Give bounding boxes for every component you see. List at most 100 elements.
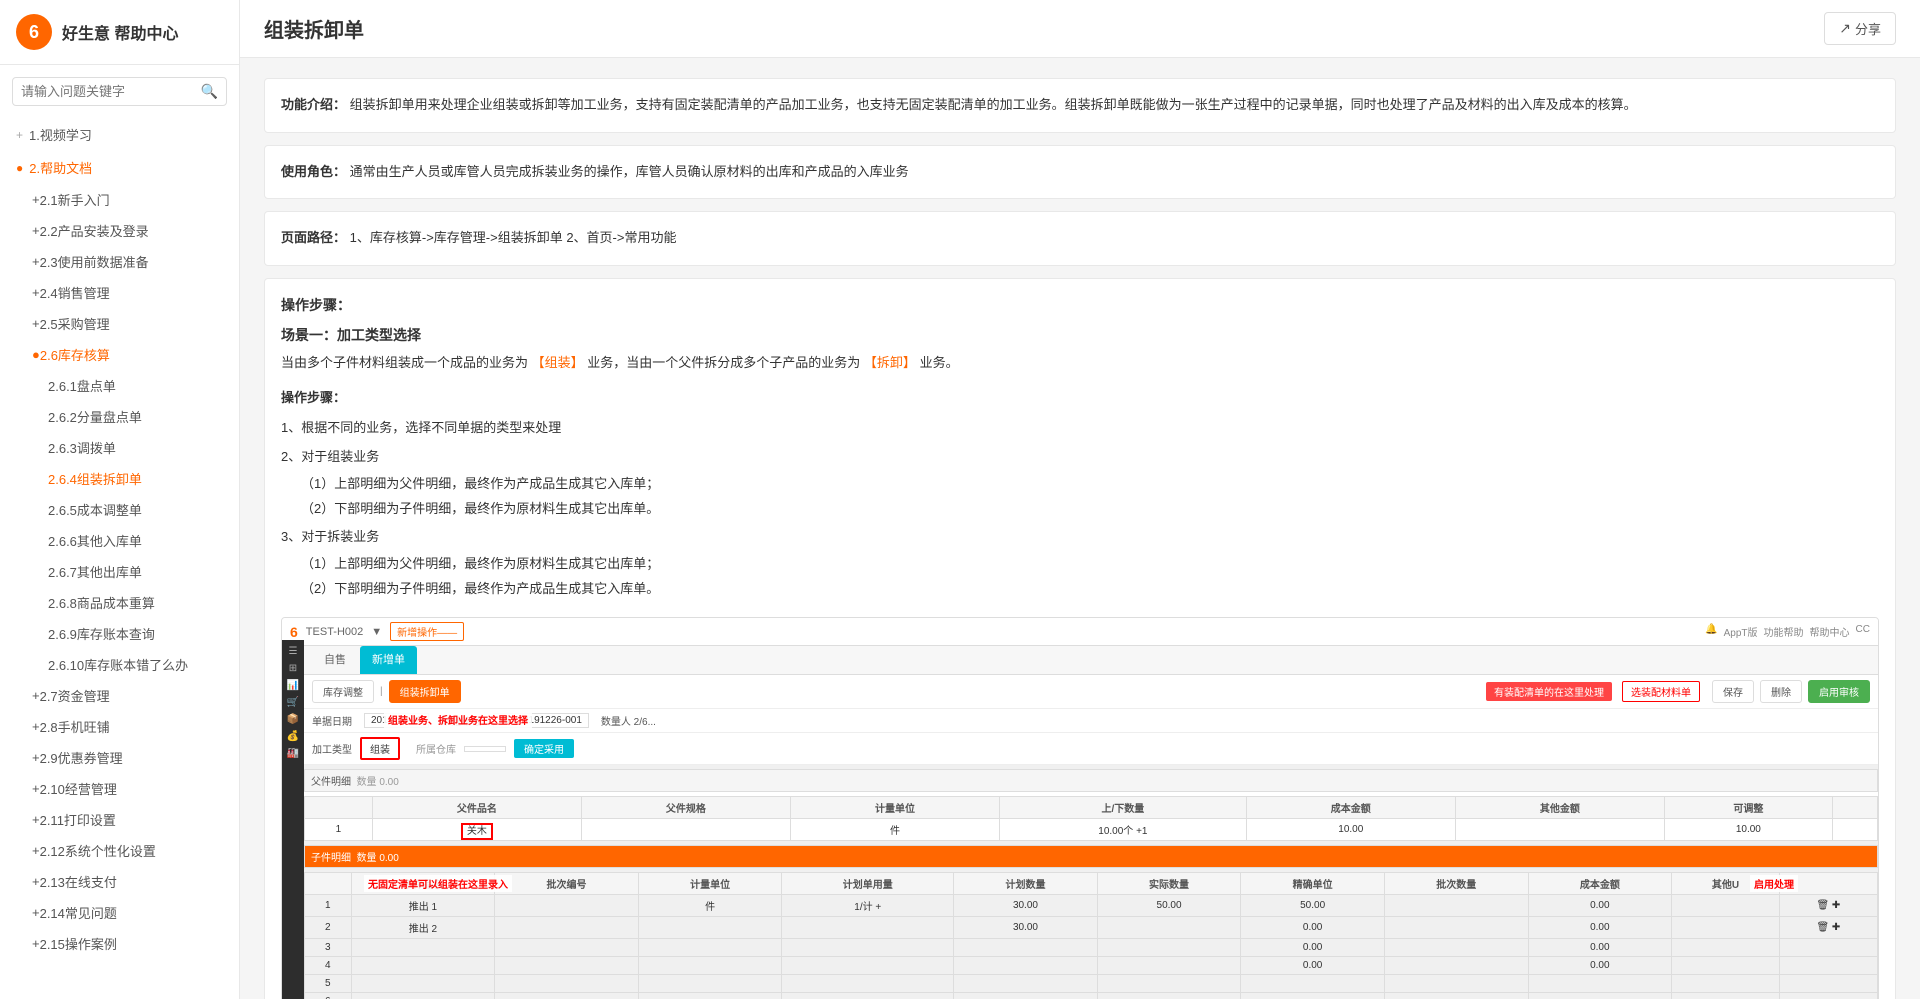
- sidebar-item-label: 2.14常见问题: [40, 903, 117, 922]
- mock-btn-approve[interactable]: 启用审核: [1808, 680, 1870, 703]
- intro-text: 功能介绍： 组装拆卸单用来处理企业组装或拆卸等加工业务，支持有固定装配清单的产品…: [281, 97, 1637, 112]
- td-cost: 10.00: [1246, 819, 1455, 841]
- mock-top-bar: 6 TEST-H002 ▼ 新增操作—— 🔔 AppT版 功能帮助 帮助中心 C…: [282, 618, 1878, 646]
- sidebar-item-coupon[interactable]: + 2.9优惠券管理: [0, 742, 239, 773]
- sidebar-item-install[interactable]: + 2.2产品安装及登录: [0, 215, 239, 246]
- td-action: [1832, 819, 1877, 841]
- sidebar-item-label: 2.6库存核算: [40, 345, 110, 364]
- sidebar-item-help[interactable]: ● 2.帮助文档: [0, 151, 239, 184]
- th2-cost1: 成本金额: [1528, 873, 1672, 895]
- sidebar-item-label: 2.6.5成本调整单: [48, 500, 142, 519]
- sidebar-item-goods-cost[interactable]: 2.6.8商品成本重算: [0, 587, 239, 618]
- mock-period-btn[interactable]: 新增操作——: [390, 622, 464, 641]
- sidebar-item-label: 2.6.4组装拆卸单: [48, 469, 142, 488]
- mock-tab2[interactable]: 新增单: [360, 646, 417, 674]
- td-other: [1455, 819, 1664, 841]
- sidebar-item-sales[interactable]: + 2.4销售管理: [0, 277, 239, 308]
- th2-plan-qty: 计划单用量: [782, 873, 954, 895]
- table-row: 1 关木 件 10.00个 +1 10.00 10.00: [305, 819, 1878, 841]
- sidebar-header: 6 好生意 帮助中心: [0, 0, 239, 65]
- sidebar-item-label: 2.1新手入门: [40, 190, 110, 209]
- mock-annotation-btn[interactable]: 选装配材料单: [1622, 681, 1700, 702]
- sidebar-item-cases[interactable]: + 2.15操作案例: [0, 928, 239, 959]
- mock-tab1[interactable]: 自售: [312, 646, 358, 674]
- table-header-row: 子件品名 批次编号 计量单位 计划单用量 计划数量 实际数量 精确单位 批次数量: [305, 873, 1878, 895]
- step1: 1、根据不同的业务，选择不同单据的类型来处理: [281, 416, 1879, 441]
- sidebar-item-stock-query[interactable]: 2.6.9库存账本查询: [0, 618, 239, 649]
- sidebar-item-prepare[interactable]: + 2.3使用前数据准备: [0, 246, 239, 277]
- mock-btn-type[interactable]: 库存调整: [312, 680, 374, 703]
- sidebar-item-stock-wrong[interactable]: 2.6.10库存账本错了么办: [0, 649, 239, 680]
- expand-icon: +: [32, 223, 40, 238]
- page-title: 组装拆卸单: [264, 14, 364, 43]
- mock-side-icon6: 💰: [287, 731, 299, 742]
- expand-icon: +: [32, 688, 40, 703]
- sidebar-item-label: 2.6.8商品成本重算: [48, 593, 155, 612]
- sidebar-item-purchase[interactable]: + 2.5采购管理: [0, 308, 239, 339]
- mock-btn-del[interactable]: 删除: [1760, 680, 1802, 703]
- th2-seq: [305, 873, 352, 895]
- mock-inner: 自售 新增单 库存调整 | 组装拆卸单 有装配清单的在这里处理 选装配材料单: [304, 646, 1878, 999]
- mock-side-icon2: ⊞: [289, 663, 297, 674]
- sidebar-item-other-in[interactable]: 2.6.6其他入库单: [0, 525, 239, 556]
- sidebar-item-label: 2.6.1盘点单: [48, 376, 116, 395]
- td-spec: [581, 819, 790, 841]
- mock-test-id: TEST-H002: [306, 626, 363, 638]
- th-updown-qty: 上/下数量: [999, 797, 1246, 819]
- mock-btn-save[interactable]: 保存: [1712, 680, 1754, 703]
- mock-top-right: 🔔 AppT版 功能帮助 帮助中心 CC: [1705, 624, 1870, 639]
- mock-type-selector[interactable]: 组装: [360, 737, 400, 760]
- sidebar-item-newcomer[interactable]: + 2.1新手入门: [0, 184, 239, 215]
- sidebar-item-mobile[interactable]: + 2.8手机旺铺: [0, 711, 239, 742]
- td-name-input[interactable]: 关木: [461, 823, 493, 840]
- expand-icon: +: [32, 285, 40, 300]
- sidebar-item-label: 2.6.7其他出库单: [48, 562, 142, 581]
- sidebar-item-personalize[interactable]: + 2.12系统个性化设置: [0, 835, 239, 866]
- sidebar-item-other-out[interactable]: 2.6.7其他出库单: [0, 556, 239, 587]
- td-updown: 10.00个 +1: [999, 819, 1246, 841]
- search-bar[interactable]: 🔍: [12, 77, 227, 106]
- sidebar-item-inventory[interactable]: ● 2.6库存核算: [0, 339, 239, 370]
- sidebar-item-label: 2.6.2分量盘点单: [48, 407, 142, 426]
- sidebar-item-transfer[interactable]: 2.6.3调拨单: [0, 432, 239, 463]
- mock-side-icon3: 📊: [287, 680, 299, 691]
- mock-annotation-config: 有装配清单的在这里处理: [1486, 682, 1612, 701]
- table-row: 30.000.00: [305, 939, 1878, 957]
- th2-actual: 实际数量: [1097, 873, 1241, 895]
- path-text: 页面路径： 1、库存核算->库存管理->组装拆卸单 2、首页->常用功能: [281, 230, 676, 245]
- mock-btn-assemble[interactable]: 组装拆卸单: [389, 680, 461, 703]
- sidebar-item-stocktake[interactable]: 2.6.1盘点单: [0, 370, 239, 401]
- sidebar-item-split-stocktake[interactable]: 2.6.2分量盘点单: [0, 401, 239, 432]
- mock-warehouse-input[interactable]: [464, 746, 506, 752]
- sidebar-item-cost-adjust[interactable]: 2.6.5成本调整单: [0, 494, 239, 525]
- sidebar-item-video[interactable]: + 1.视频学习: [0, 118, 239, 151]
- search-input[interactable]: [21, 84, 201, 99]
- mock-apply-btn[interactable]: 确定采用: [514, 739, 574, 758]
- sidebar-item-online-pay[interactable]: + 2.13在线支付: [0, 866, 239, 897]
- mock-logo: 6: [290, 624, 298, 640]
- sidebar-item-faq[interactable]: + 2.14常见问题: [0, 897, 239, 928]
- main-content: 组装拆卸单 ↗ 分享 功能介绍： 组装拆卸单用来处理企业组装或拆卸等加工业务，支…: [240, 0, 1920, 999]
- expand-icon: +: [32, 905, 40, 920]
- th2-batch: 批次编号: [495, 873, 639, 895]
- expand-icon: +: [32, 874, 40, 889]
- mock-upper-header: 父件明细 数量 0.00: [304, 769, 1878, 792]
- path-card: 页面路径： 1、库存核算->库存管理->组装拆卸单 2、首页->常用功能: [264, 211, 1896, 266]
- search-icon[interactable]: 🔍: [201, 83, 218, 100]
- app-title: 好生意 帮助中心: [62, 20, 178, 44]
- mock-toolbar: 库存调整 | 组装拆卸单 有装配清单的在这里处理 选装配材料单 保存 删除 启用…: [304, 675, 1878, 709]
- mock-icon3: 功能帮助: [1764, 624, 1804, 639]
- expand-icon: +: [32, 192, 40, 207]
- sidebar-item-ops[interactable]: + 2.10经营管理: [0, 773, 239, 804]
- sidebar-item-assemble[interactable]: 2.6.4组装拆卸单: [0, 463, 239, 494]
- sidebar-item-print[interactable]: + 2.11打印设置: [0, 804, 239, 835]
- mock-warehouse-label: 所属仓库: [416, 741, 456, 756]
- th2-plan-num: 计划数量: [954, 873, 1098, 895]
- share-icon: ↗: [1839, 20, 1851, 37]
- mock-screenshot: 6 TEST-H002 ▼ 新增操作—— 🔔 AppT版 功能帮助 帮助中心 C…: [282, 618, 1878, 999]
- sidebar-item-label: 2.11打印设置: [40, 810, 116, 829]
- th-unit: 计量单位: [790, 797, 999, 819]
- sidebar-item-fund[interactable]: + 2.7资金管理: [0, 680, 239, 711]
- expand-icon: ●: [32, 347, 40, 362]
- share-button[interactable]: ↗ 分享: [1824, 12, 1896, 45]
